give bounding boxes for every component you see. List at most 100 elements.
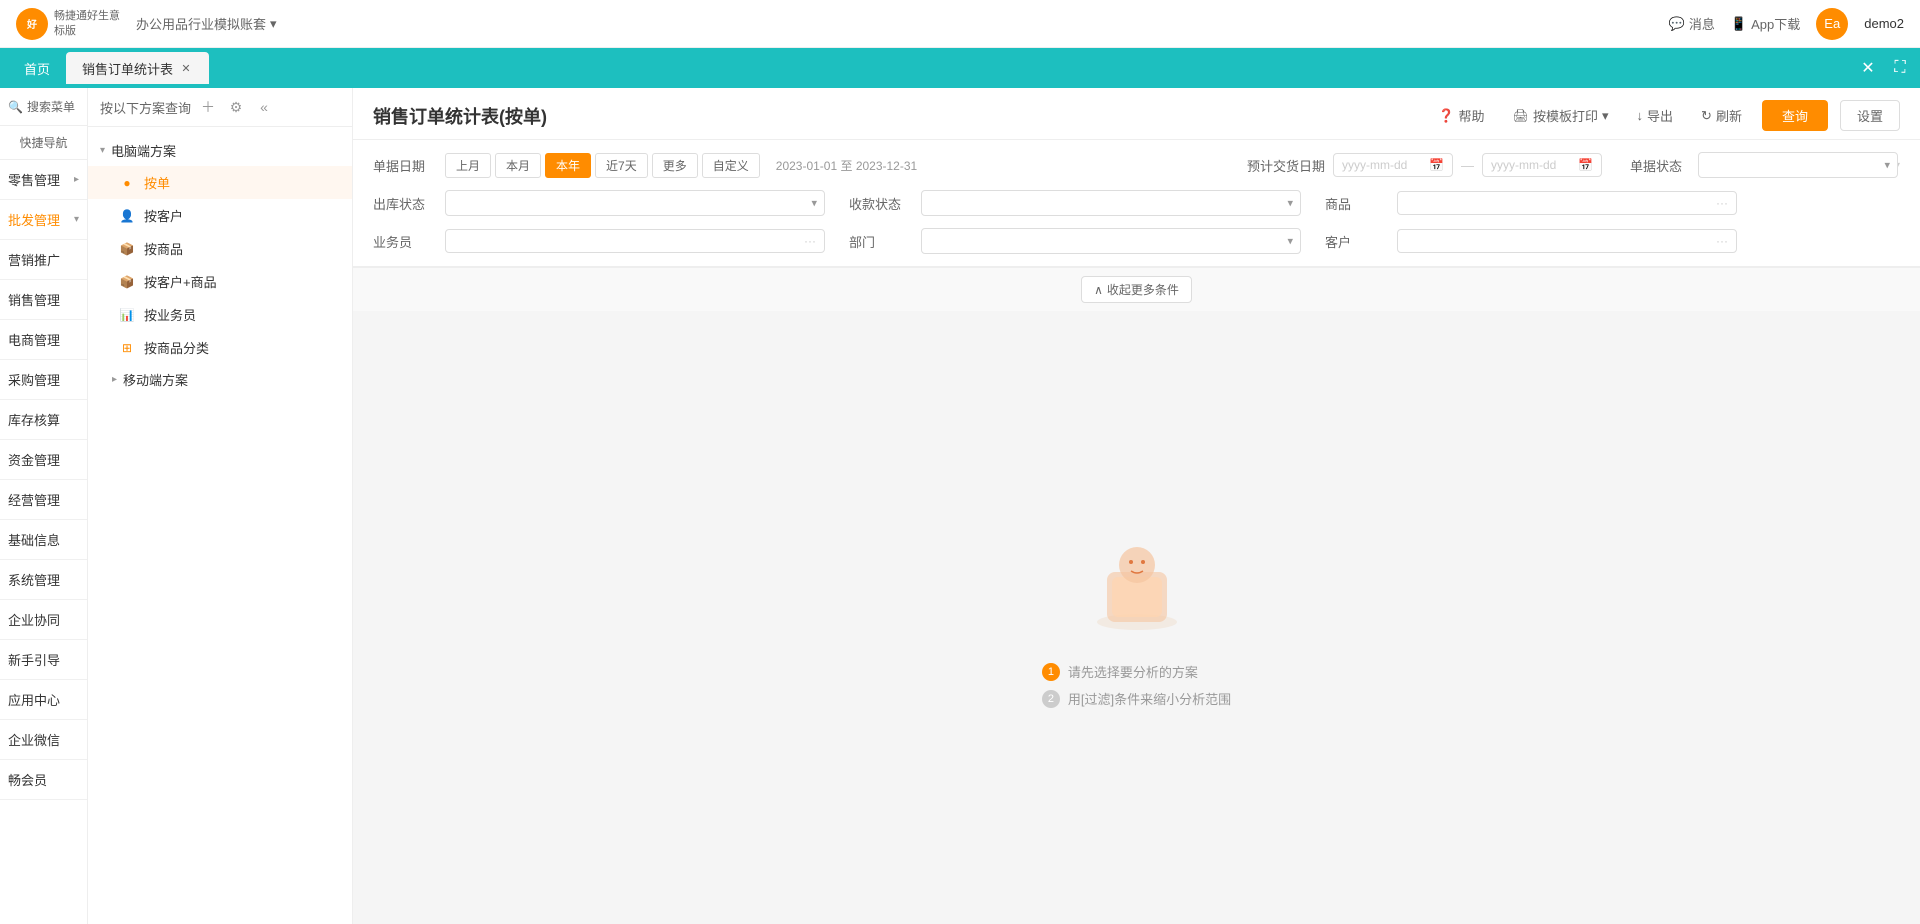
customer-field[interactable]: ··· xyxy=(1397,229,1737,253)
tip-num-1: 1 xyxy=(1042,663,1060,681)
tab-sales-stat[interactable]: 销售订单统计表 ✕ xyxy=(66,52,209,84)
tab-expand-btn[interactable]: ⛶ xyxy=(1888,56,1912,80)
sidebar-item-new-guide[interactable]: 新手引导 xyxy=(0,640,87,680)
date-shortcut-thisyear[interactable]: 本年 xyxy=(545,153,591,178)
sidebar-item-sales-mgmt[interactable]: 销售管理 xyxy=(0,280,87,320)
sidebar-item-system[interactable]: 系统管理 xyxy=(0,560,87,600)
help-label: 帮助 xyxy=(1458,106,1484,125)
doc-status-label: 单据状态 xyxy=(1630,156,1690,175)
query-button[interactable]: 查询 xyxy=(1762,100,1828,131)
settings-scheme-btn[interactable]: ⚙ xyxy=(225,96,247,118)
sidebar-item-app-center[interactable]: 应用中心 xyxy=(0,680,87,720)
refresh-label: 刷新 xyxy=(1716,106,1742,125)
circle-icon: ● xyxy=(118,174,136,192)
sidebar-item-wholesale[interactable]: 批发管理 ▾ xyxy=(0,200,87,240)
date-start-placeholder: yyyy-mm-dd xyxy=(1342,158,1407,172)
tree-item-by-salesperson-label: 按业务员 xyxy=(144,305,196,324)
logo-text: 畅捷通好生意 标版 xyxy=(54,9,120,38)
collapse-btn[interactable]: ∧ 收起更多条件 xyxy=(1081,276,1192,303)
tree-item-by-customer[interactable]: 👤 按客户 xyxy=(88,199,352,232)
print-btn[interactable]: 🖨 按模板打印 ▾ xyxy=(1504,102,1616,129)
empty-tip-2-text: 用[过滤]条件来缩小分析范围 xyxy=(1068,689,1231,708)
shipment-status-select[interactable] xyxy=(445,190,825,216)
sidebar-item-member[interactable]: 畅会员 xyxy=(0,760,87,800)
sidebar-item-ecommerce-label: 电商管理 xyxy=(8,330,60,349)
tree-item-by-goods-label: 按商品 xyxy=(144,239,183,258)
sidebar-quicknav[interactable]: 快捷导航 xyxy=(0,126,87,160)
sidebar-item-basic[interactable]: 基础信息 xyxy=(0,520,87,560)
department-select[interactable] xyxy=(921,228,1301,254)
sidebar-item-purchase[interactable]: 采购管理 xyxy=(0,360,87,400)
date-shortcut-custom[interactable]: 自定义 xyxy=(702,153,760,178)
app-download-action[interactable]: 📱 App下载 xyxy=(1731,14,1800,33)
sidebar: 🔍 搜索菜单 快捷导航 零售管理 ▸ 批发管理 ▾ 营销推广 销售管理 电商管理… xyxy=(0,88,88,924)
tree-item-by-order-label: 按单 xyxy=(144,173,170,192)
user-name[interactable]: demo2 xyxy=(1864,16,1904,31)
filter-row-business: 业务员 ··· 部门 客户 ··· xyxy=(373,228,1900,254)
message-action[interactable]: 💬 消息 xyxy=(1669,14,1715,33)
payment-status-select[interactable] xyxy=(921,190,1301,216)
expected-date-start[interactable]: yyyy-mm-dd 📅 xyxy=(1333,153,1453,177)
company-selector[interactable]: 办公用品行业模拟账套 ▾ xyxy=(128,10,285,37)
date-label: 单据日期 xyxy=(373,156,433,175)
filter-area: 单据日期 上月 本月 本年 近7天 更多 自定义 2023-01-01 至 20… xyxy=(353,140,1920,267)
sidebar-item-retail[interactable]: 零售管理 ▸ xyxy=(0,160,87,200)
sidebar-search-label: 搜索菜单 xyxy=(27,98,75,115)
sidebar-item-operation[interactable]: 经营管理 xyxy=(0,480,87,520)
tree-item-by-goods[interactable]: 📦 按商品 xyxy=(88,232,352,265)
sidebar-item-ecommerce[interactable]: 电商管理 xyxy=(0,320,87,360)
goods-field[interactable]: ··· xyxy=(1397,191,1737,215)
help-btn[interactable]: ❓ 帮助 xyxy=(1430,102,1492,129)
doc-status-select[interactable] xyxy=(1698,152,1898,178)
tip-num-2: 2 xyxy=(1042,690,1060,708)
sidebar-item-sales-mgmt-label: 销售管理 xyxy=(8,290,60,309)
tab-home[interactable]: 首页 xyxy=(8,52,66,84)
sidebar-item-marketing[interactable]: 营销推广 xyxy=(0,240,87,280)
scheme-panel-title: 按以下方案查询 xyxy=(100,98,191,117)
tree-group-mobile-label: 移动端方案 xyxy=(123,370,188,389)
calendar-start-icon: 📅 xyxy=(1429,158,1444,172)
empty-tips: 1 请先选择要分析的方案 2 用[过滤]条件来缩小分析范围 xyxy=(1042,662,1231,708)
tab-close-icon[interactable]: ✕ xyxy=(179,61,193,75)
bar-chart-icon: 📊 xyxy=(118,306,136,324)
empty-tip-1: 1 请先选择要分析的方案 xyxy=(1042,662,1231,681)
settings-button[interactable]: 设置 xyxy=(1840,100,1900,131)
user-avatar[interactable]: Ea xyxy=(1816,8,1848,40)
tree-item-by-order[interactable]: ● 按单 xyxy=(88,166,352,199)
tree-group-pc[interactable]: ▾ 电脑端方案 xyxy=(88,135,352,166)
top-header: 好 畅捷通好生意 标版 办公用品行业模拟账套 ▾ 💬 消息 📱 App下载 Ea… xyxy=(0,0,1920,48)
scheme-panel: 按以下方案查询 ＋ ⚙ « ▾ 电脑端方案 ● 按单 xyxy=(88,88,353,924)
refresh-btn[interactable]: ↻ 刷新 xyxy=(1693,102,1750,129)
print-icon: 🖨 xyxy=(1512,108,1529,124)
collapse-scheme-btn[interactable]: « xyxy=(253,96,275,118)
tree-item-by-cust-goods[interactable]: 📦 按客户+商品 xyxy=(88,265,352,298)
tab-bar-actions: ✕ ⛶ xyxy=(1856,56,1912,80)
department-wrap xyxy=(921,228,1301,254)
message-icon: 💬 xyxy=(1669,16,1685,32)
tree-group-mobile[interactable]: ▸ 移动端方案 xyxy=(88,364,352,395)
salesperson-field[interactable]: ··· xyxy=(445,229,825,253)
expected-date-end[interactable]: yyyy-mm-dd 📅 xyxy=(1482,153,1602,177)
date-shortcut-7days[interactable]: 近7天 xyxy=(595,153,648,178)
date-shortcut-thismonth[interactable]: 本月 xyxy=(495,153,541,178)
sidebar-item-operation-label: 经营管理 xyxy=(8,490,60,509)
print-chevron-icon: ▾ xyxy=(1602,108,1609,124)
date-shortcut-lastmonth[interactable]: 上月 xyxy=(445,153,491,178)
sidebar-item-finance[interactable]: 资金管理 xyxy=(0,440,87,480)
export-btn[interactable]: ↓ 导出 xyxy=(1629,102,1682,129)
logo-icon: 好 xyxy=(16,8,48,40)
sidebar-item-inventory[interactable]: 库存核算 xyxy=(0,400,87,440)
right-content: 销售订单统计表(按单) ❓ 帮助 🖨 按模板打印 ▾ ↓ 导出 xyxy=(353,88,1920,924)
date-end-placeholder: yyyy-mm-dd xyxy=(1491,158,1556,172)
chevron-down-icon: ▾ xyxy=(270,16,277,32)
add-scheme-btn[interactable]: ＋ xyxy=(197,96,219,118)
tab-close-window-btn[interactable]: ✕ xyxy=(1856,56,1880,80)
tree-item-by-salesperson[interactable]: 📊 按业务员 xyxy=(88,298,352,331)
tree-item-by-goods-category[interactable]: ⊞ 按商品分类 xyxy=(88,331,352,364)
sidebar-search[interactable]: 🔍 搜索菜单 xyxy=(0,88,87,126)
header-left: 好 畅捷通好生意 标版 办公用品行业模拟账套 ▾ xyxy=(16,8,285,40)
date-shortcut-more[interactable]: 更多 xyxy=(652,153,698,178)
sidebar-item-corp-wechat[interactable]: 企业微信 xyxy=(0,720,87,760)
collapse-up-icon: ∧ xyxy=(1094,283,1103,297)
sidebar-item-corp-collab[interactable]: 企业协同 xyxy=(0,600,87,640)
